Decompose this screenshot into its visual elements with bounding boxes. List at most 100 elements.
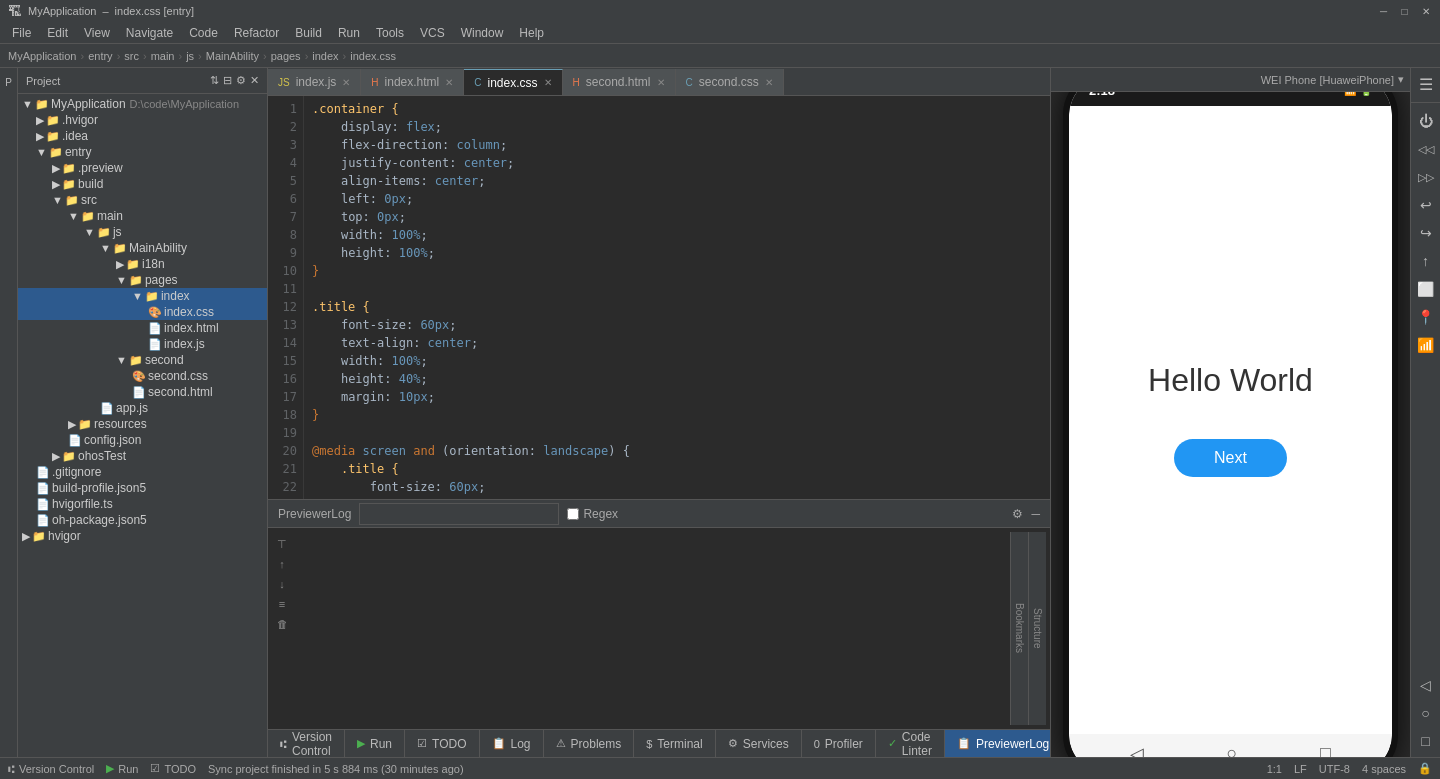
code-editor[interactable]: 1234567891011121314151617181920212223242… [268, 96, 1050, 499]
breadcrumb-mainability[interactable]: MainAbility [206, 50, 259, 62]
tab-secondhtml[interactable]: H second.html ✕ [563, 69, 676, 95]
window-minimize[interactable]: ─ [1377, 5, 1390, 18]
prev-rotate-left-icon[interactable]: ↩ [1414, 193, 1438, 217]
prev-rotate-right-icon[interactable]: ↪ [1414, 221, 1438, 245]
status-todo[interactable]: ☑ TODO [150, 762, 196, 775]
prev-up-icon[interactable]: ↑ [1414, 249, 1438, 273]
tree-expand-btn[interactable]: ⇅ [210, 74, 219, 87]
prev-recents-phone-icon[interactable]: □ [1414, 729, 1438, 753]
tab-close-btn[interactable]: ✕ [445, 77, 453, 88]
tree-item-indexhtml[interactable]: 📄 index.html [18, 320, 267, 336]
tree-item-entry[interactable]: ▼ 📁 entry [18, 144, 267, 160]
tree-item-hvigor[interactable]: ▶ 📁 .hvigor [18, 112, 267, 128]
log-bookmarks-panel[interactable]: Bookmarks [1010, 532, 1028, 725]
tree-item-appjs[interactable]: 📄 app.js [18, 400, 267, 416]
phone-home-icon[interactable]: ○ [1227, 743, 1238, 757]
bottom-tab-codelinter[interactable]: ✓ Code Linter [876, 730, 945, 758]
log-scroll-top-icon[interactable]: ⊤ [274, 536, 290, 552]
bottom-tab-profiler[interactable]: 0 Profiler [802, 730, 876, 758]
tree-item-js[interactable]: ▼ 📁 js [18, 224, 267, 240]
breadcrumb-indexcss[interactable]: index.css [350, 50, 396, 62]
tree-item-configjson[interactable]: 📄 config.json [18, 432, 267, 448]
tree-item-secondcss[interactable]: 🎨 second.css [18, 368, 267, 384]
status-lock-icon[interactable]: 🔒 [1418, 762, 1432, 775]
tree-item-resources[interactable]: ▶ 📁 resources [18, 416, 267, 432]
phone-next-button[interactable]: Next [1174, 439, 1287, 477]
device-selector-dropdown-icon[interactable]: ▾ [1398, 73, 1404, 86]
menu-code[interactable]: Code [181, 24, 226, 42]
tree-item-hvigor-root[interactable]: ▶ 📁 hvigor [18, 528, 267, 544]
prev-wifi-icon[interactable]: 📶 [1414, 333, 1438, 357]
breadcrumb-pages[interactable]: pages [271, 50, 301, 62]
menu-build[interactable]: Build [287, 24, 330, 42]
breadcrumb-main[interactable]: main [151, 50, 175, 62]
prev-location-icon[interactable]: 📍 [1414, 305, 1438, 329]
log-filter-icon[interactable]: ≡ [274, 596, 290, 612]
bottom-tab-services[interactable]: ⚙ Services [716, 730, 802, 758]
log-scroll-down-icon[interactable]: ↓ [274, 576, 290, 592]
tab-close-btn[interactable]: ✕ [765, 77, 773, 88]
status-run[interactable]: ▶ Run [106, 762, 138, 775]
status-indent[interactable]: 4 spaces [1362, 763, 1406, 775]
tree-item-preview[interactable]: ▶ 📁 .preview [18, 160, 267, 176]
menu-navigate[interactable]: Navigate [118, 24, 181, 42]
bottom-tab-previewerlog[interactable]: 📋 PreviewerLog [945, 730, 1050, 758]
tab-close-btn[interactable]: ✕ [657, 77, 665, 88]
bottom-tab-problems[interactable]: ⚠ Problems [544, 730, 635, 758]
tree-item-ohostest[interactable]: ▶ 📁 ohosTest [18, 448, 267, 464]
breadcrumb-src[interactable]: src [124, 50, 139, 62]
tab-close-btn[interactable]: ✕ [342, 77, 350, 88]
prev-power-icon[interactable]: ⏻ [1414, 109, 1438, 133]
tree-item-secondhtml[interactable]: 📄 second.html [18, 384, 267, 400]
breadcrumb-entry[interactable]: entry [88, 50, 112, 62]
log-scroll-up-icon[interactable]: ↑ [274, 556, 290, 572]
window-close[interactable]: ✕ [1419, 5, 1432, 18]
menu-vcs[interactable]: VCS [412, 24, 453, 42]
tree-item-indexcss[interactable]: 🎨 index.css [18, 304, 267, 320]
prev-vol-down-icon[interactable]: ◁◁ [1414, 137, 1438, 161]
tab-close-btn[interactable]: ✕ [544, 77, 552, 88]
bottom-tab-log[interactable]: 📋 Log [480, 730, 544, 758]
log-search-input[interactable] [359, 503, 559, 525]
menu-file[interactable]: File [4, 24, 39, 42]
prev-screen-icon[interactable]: ⬜ [1414, 277, 1438, 301]
tree-item-myapplication[interactable]: ▼ 📁 MyApplication D:\code\MyApplication [18, 96, 267, 112]
breadcrumb-myapp[interactable]: MyApplication [8, 50, 76, 62]
tree-item-index-folder[interactable]: ▼ 📁 index [18, 288, 267, 304]
breadcrumb-js[interactable]: js [186, 50, 194, 62]
tree-settings-btn[interactable]: ⚙ [236, 74, 246, 87]
prev-back-phone-icon[interactable]: ◁ [1414, 673, 1438, 697]
tree-close-btn[interactable]: ✕ [250, 74, 259, 87]
tree-item-pages[interactable]: ▼ 📁 pages [18, 272, 267, 288]
tab-indexhtml[interactable]: H index.html ✕ [361, 69, 464, 95]
window-maximize[interactable]: □ [1398, 5, 1411, 18]
phone-back-icon[interactable]: ◁ [1130, 743, 1144, 758]
tab-secondcss[interactable]: C second.css ✕ [676, 69, 784, 95]
tree-item-ohpackage[interactable]: 📄 oh-package.json5 [18, 512, 267, 528]
status-linefeed[interactable]: LF [1294, 763, 1307, 775]
menu-window[interactable]: Window [453, 24, 512, 42]
tab-indexcss[interactable]: C index.css ✕ [464, 69, 562, 95]
menu-view[interactable]: View [76, 24, 118, 42]
menu-edit[interactable]: Edit [39, 24, 76, 42]
log-regex-checkbox[interactable] [567, 508, 579, 520]
sidebar-project-icon[interactable]: P [1, 74, 17, 90]
bottom-tab-versioncontrol[interactable]: ⑆ Version Control [268, 730, 345, 758]
tree-item-idea[interactable]: ▶ 📁 .idea [18, 128, 267, 144]
tree-item-main[interactable]: ▼ 📁 main [18, 208, 267, 224]
log-close-icon[interactable]: ─ [1031, 507, 1040, 521]
menu-help[interactable]: Help [511, 24, 552, 42]
tree-item-mainability[interactable]: ▼ 📁 MainAbility [18, 240, 267, 256]
status-encoding[interactable]: UTF-8 [1319, 763, 1350, 775]
device-selector-label[interactable]: WEI Phone [HuaweiPhone] [1261, 74, 1394, 86]
tree-item-build[interactable]: ▶ 📁 build [18, 176, 267, 192]
tab-indexjs[interactable]: JS index.js ✕ [268, 69, 361, 95]
status-version-control[interactable]: ⑆ Version Control [8, 763, 94, 775]
code-content[interactable]: .container { display: flex; flex-directi… [304, 96, 1050, 499]
menu-refactor[interactable]: Refactor [226, 24, 287, 42]
phone-recents-icon[interactable]: □ [1320, 743, 1331, 757]
log-trash-icon[interactable]: 🗑 [274, 616, 290, 632]
breadcrumb-index[interactable]: index [312, 50, 338, 62]
tree-item-hvigorfile[interactable]: 📄 hvigorfile.ts [18, 496, 267, 512]
menu-run[interactable]: Run [330, 24, 368, 42]
